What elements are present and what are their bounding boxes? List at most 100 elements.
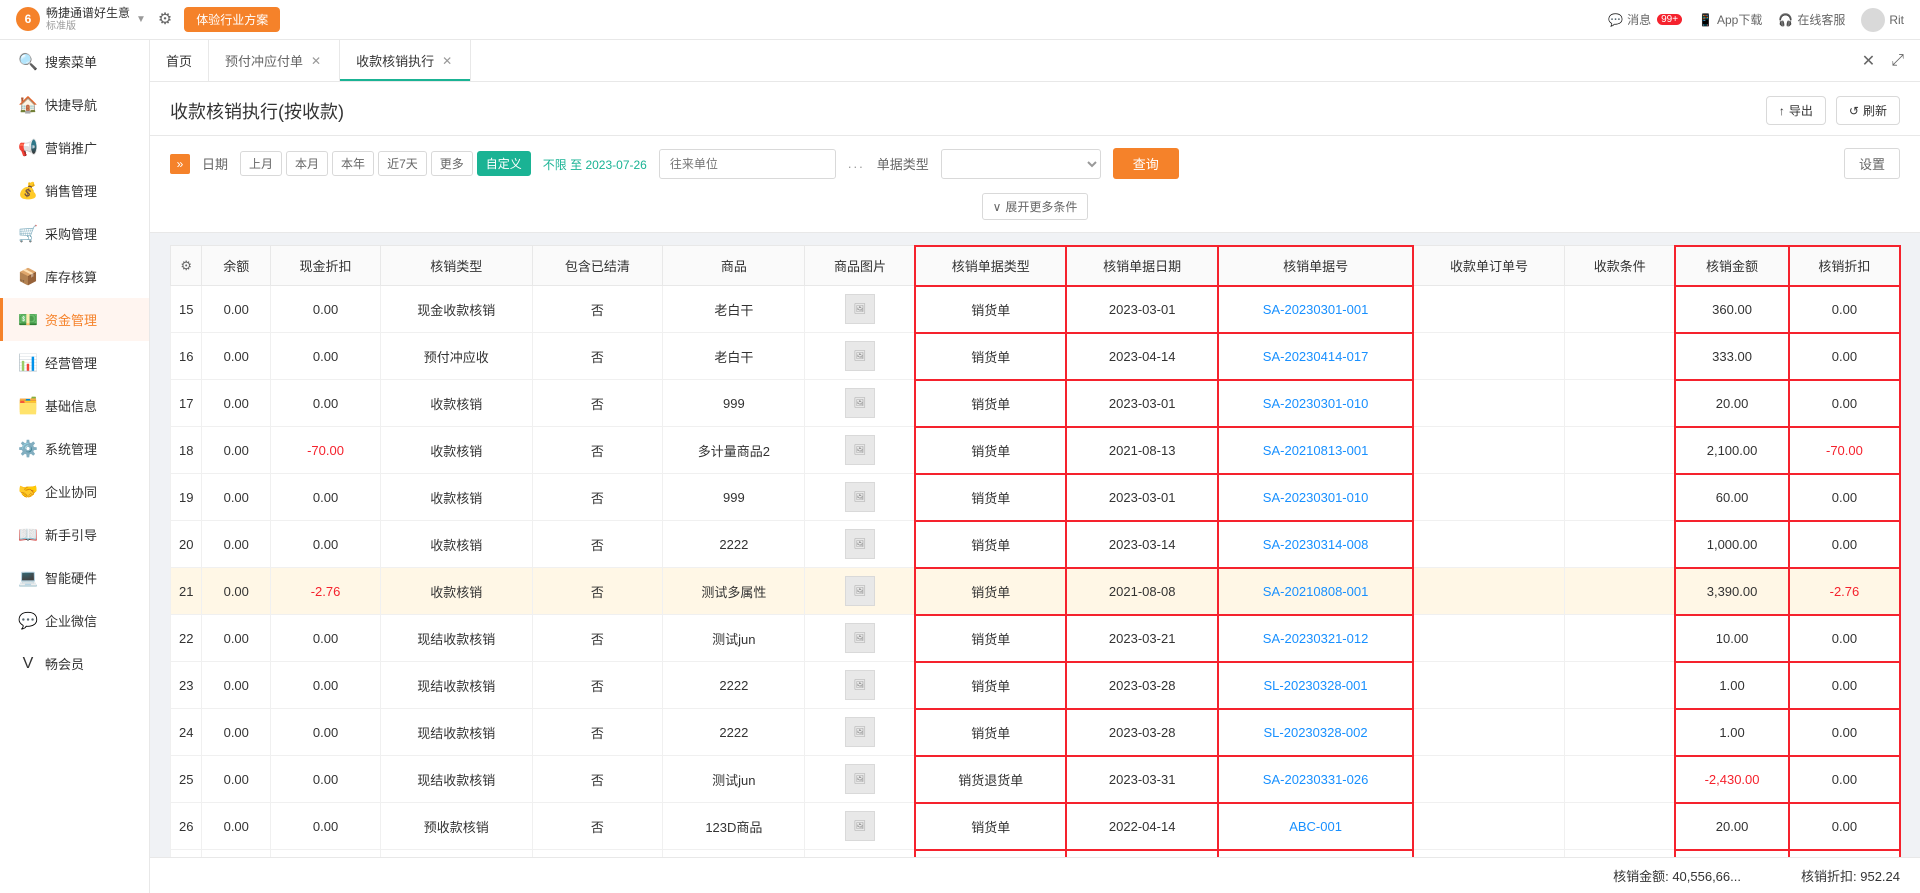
filter-settings-btn[interactable]: 设置	[1844, 148, 1900, 179]
bill-no-link[interactable]: SA-20210813-001	[1263, 443, 1369, 458]
row-bill-date: 2023-03-28	[1066, 662, 1217, 709]
bill-no-link[interactable]: SA-20230414-017	[1263, 349, 1369, 364]
sidebar-item-system[interactable]: ⚙️ 系统管理	[0, 427, 149, 470]
export-btn[interactable]: ↑ 导出	[1766, 96, 1826, 125]
row-bill-no[interactable]: SA-20210813-001	[1218, 427, 1413, 474]
refresh-btn[interactable]: ↺ 刷新	[1836, 96, 1900, 125]
bill-no-link[interactable]: ABC-001	[1289, 819, 1342, 834]
nav-service[interactable]: 🎧 在线客服	[1778, 11, 1845, 28]
query-btn[interactable]: 查询	[1113, 148, 1179, 179]
tab-home[interactable]: 首页	[150, 40, 209, 81]
bill-type-select[interactable]	[941, 149, 1101, 179]
tab-expand-btn[interactable]: ⤢	[1887, 48, 1908, 74]
bill-no-link[interactable]: SA-20230301-010	[1263, 490, 1369, 505]
sidebar-item-quick[interactable]: 🏠 快捷导航	[0, 83, 149, 126]
sidebar-item-finance[interactable]: 💵 资金管理	[0, 298, 149, 341]
bill-no-link[interactable]: SA-20230301-010	[1263, 396, 1369, 411]
table-container[interactable]: ⚙ 余额 现金折扣 核销类型 包含已结清 商品 商品图片 核销单据类型 核销单据…	[150, 233, 1920, 857]
date-custom[interactable]: 自定义	[477, 151, 531, 176]
bill-no-link[interactable]: SL-20230328-001	[1264, 678, 1368, 693]
sidebar-item-operations[interactable]: 📊 经营管理	[0, 341, 149, 384]
row-bill-no[interactable]: SA-20230331-026	[1218, 756, 1413, 803]
row-cash-discount: -2.76	[271, 568, 381, 615]
date-this-month[interactable]: 本月	[286, 151, 328, 176]
sidebar-item-search[interactable]: 🔍 搜索菜单	[0, 40, 149, 83]
row-verify-amount: -2,430.00	[1675, 756, 1790, 803]
sidebar-item-guide[interactable]: 📖 新手引导	[0, 513, 149, 556]
filter-expand-btn[interactable]: »	[170, 154, 190, 174]
tab-collection[interactable]: 收款核销执行 ✕	[340, 40, 471, 81]
date-7days[interactable]: 近7天	[378, 151, 427, 176]
logo-dropdown-arrow[interactable]: ▼	[136, 14, 146, 25]
row-bill-no[interactable]: SL-20230408-001	[1218, 850, 1413, 858]
row-cash-discount: 0.00	[271, 756, 381, 803]
row-cash-discount: 0.00	[271, 521, 381, 568]
sidebar-label-hardware: 智能硬件	[45, 568, 97, 587]
bill-no-link[interactable]: SA-20230314-008	[1263, 537, 1369, 552]
sidebar-item-basic[interactable]: 🗂️ 基础信息	[0, 384, 149, 427]
sidebar-item-hardware[interactable]: 💻 智能硬件	[0, 556, 149, 599]
sidebar-item-purchase[interactable]: 🛒 采购管理	[0, 212, 149, 255]
row-bill-no[interactable]: SA-20230301-001	[1218, 286, 1413, 333]
tab-prepay-close[interactable]: ✕	[309, 52, 323, 70]
row-bill-type: 销货退货单	[915, 756, 1066, 803]
sidebar-item-enterprise[interactable]: 🤝 企业协同	[0, 470, 149, 513]
bill-no-link[interactable]: SA-20230321-012	[1263, 631, 1369, 646]
row-bill-no[interactable]: SA-20230314-008	[1218, 521, 1413, 568]
table-row: 19 0.00 0.00 收款核销 否 999 🖼 销货单 2023-03-01…	[171, 474, 1900, 521]
sidebar-item-sales[interactable]: 💰 销售管理	[0, 169, 149, 212]
expand-conditions-row: ∨ 展开更多条件	[170, 185, 1900, 220]
row-balance: 0.00	[202, 615, 271, 662]
tab-home-label: 首页	[166, 51, 192, 70]
row-bill-no[interactable]: SA-20230414-017	[1218, 333, 1413, 380]
goods-image-cell: 🖼	[845, 764, 875, 794]
user-name[interactable]: Rit	[1861, 8, 1904, 32]
bill-no-link[interactable]: SA-20230301-001	[1263, 302, 1369, 317]
top-bar-left: 6 畅捷通谱好生意 标准版 ▼ ⚙ 体验行业方案	[16, 6, 280, 32]
date-more[interactable]: 更多	[431, 151, 473, 176]
settings-icon[interactable]: ⚙	[158, 9, 172, 29]
nav-message[interactable]: 💬 消息 99+	[1608, 11, 1682, 28]
row-include-settled: 否	[532, 615, 663, 662]
goods-image-cell: 🖼	[845, 341, 875, 371]
row-verify-amount: 60.00	[1675, 474, 1790, 521]
th-settings[interactable]: ⚙	[171, 246, 202, 286]
row-bill-no[interactable]: SL-20230328-001	[1218, 662, 1413, 709]
bill-no-link[interactable]: SA-20210808-001	[1263, 584, 1369, 599]
bill-no-link[interactable]: SL-20230328-002	[1264, 725, 1368, 740]
row-goods: 999	[663, 474, 805, 521]
row-bill-date: 2023-03-14	[1066, 521, 1217, 568]
tabs: 首页 预付冲应付单 ✕ 收款核销执行 ✕	[150, 40, 471, 81]
expand-conditions-btn[interactable]: ∨ 展开更多条件	[982, 193, 1089, 220]
goods-image-cell: 🖼	[845, 670, 875, 700]
tab-close-all-btn[interactable]: ✕	[1858, 47, 1879, 75]
sidebar-item-member[interactable]: V 畅会员	[0, 642, 149, 685]
col-settings-icon[interactable]: ⚙	[180, 258, 192, 273]
tab-collection-close[interactable]: ✕	[440, 52, 454, 70]
row-receipt-order	[1413, 803, 1564, 850]
date-last-month[interactable]: 上月	[240, 151, 282, 176]
row-bill-no[interactable]: SA-20230301-010	[1218, 474, 1413, 521]
table-row: 17 0.00 0.00 收款核销 否 999 🖼 销货单 2023-03-01…	[171, 380, 1900, 427]
nav-app[interactable]: 📱 App下载	[1698, 11, 1762, 28]
row-bill-no[interactable]: SA-20210808-001	[1218, 568, 1413, 615]
sidebar-item-marketing[interactable]: 📢 营销推广	[0, 126, 149, 169]
row-bill-no[interactable]: SL-20230328-002	[1218, 709, 1413, 756]
partner-input[interactable]	[659, 149, 836, 179]
row-goods-image: 🖼	[805, 380, 915, 427]
row-bill-no[interactable]: SA-20230301-010	[1218, 380, 1413, 427]
sidebar-item-inventory[interactable]: 📦 库存核算	[0, 255, 149, 298]
tab-prepay[interactable]: 预付冲应付单 ✕	[209, 40, 340, 81]
row-balance: 0.00	[202, 474, 271, 521]
row-include-settled: 否	[532, 333, 663, 380]
row-receipt-order	[1413, 615, 1564, 662]
content-area: 首页 预付冲应付单 ✕ 收款核销执行 ✕ ✕ ⤢ 收款核销执行(按收款)	[150, 40, 1920, 893]
industry-btn[interactable]: 体验行业方案	[184, 7, 280, 32]
row-goods-image: 🖼	[805, 803, 915, 850]
row-bill-no[interactable]: SA-20230321-012	[1218, 615, 1413, 662]
sidebar-item-wechat[interactable]: 💬 企业微信	[0, 599, 149, 642]
row-bill-no[interactable]: ABC-001	[1218, 803, 1413, 850]
date-this-year[interactable]: 本年	[332, 151, 374, 176]
bill-no-link[interactable]: SA-20230331-026	[1263, 772, 1369, 787]
page-header: 收款核销执行(按收款) ↑ 导出 ↺ 刷新	[150, 82, 1920, 136]
